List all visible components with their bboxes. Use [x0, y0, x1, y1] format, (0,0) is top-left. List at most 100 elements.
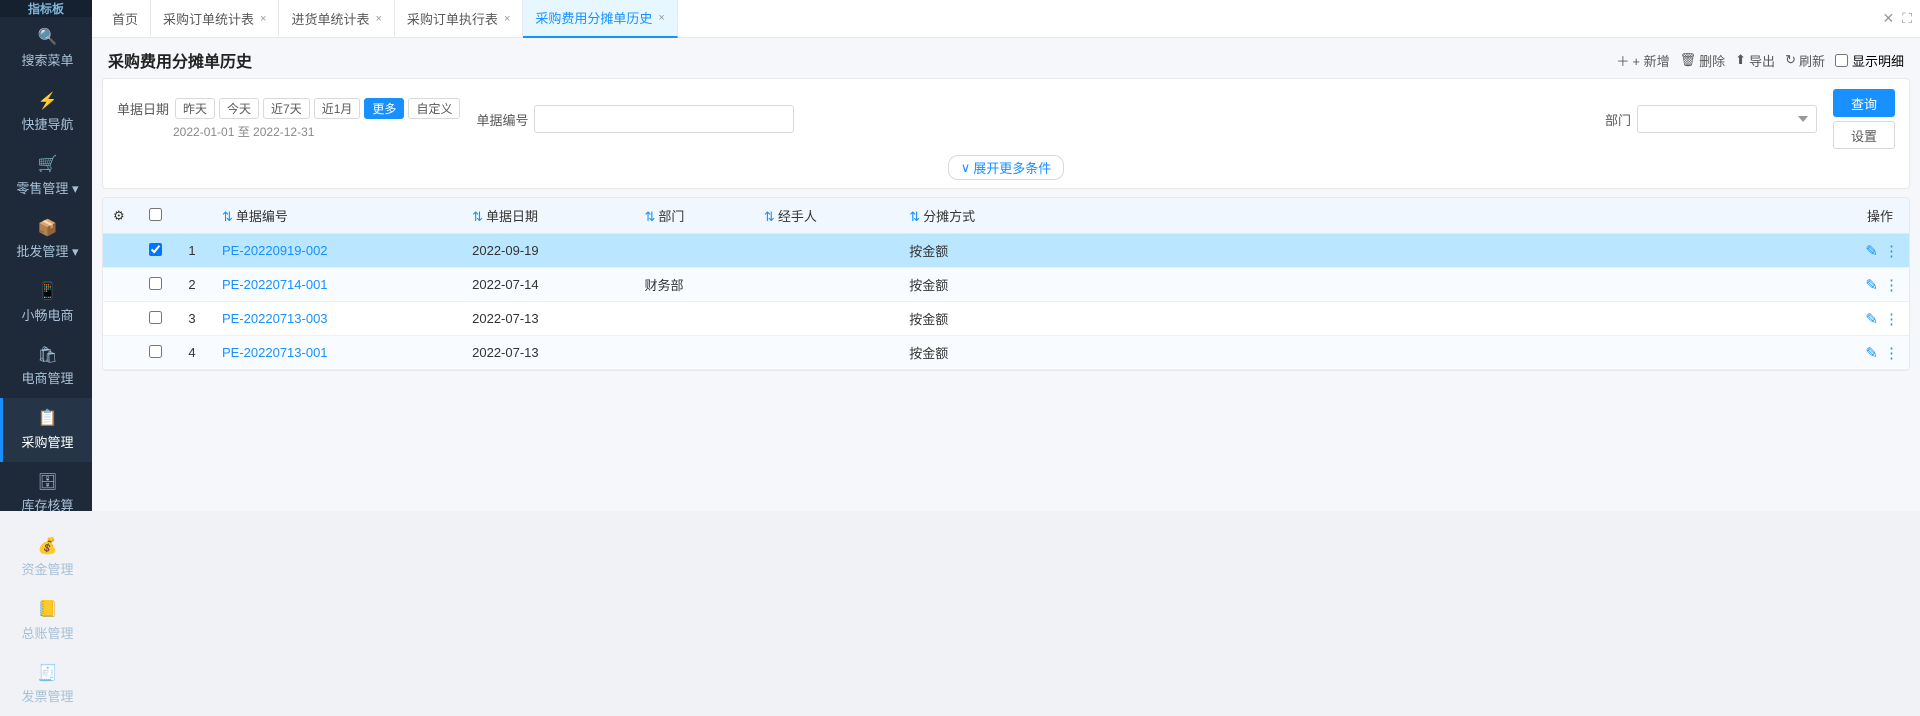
- page-actions: ＋ + 新增 🗑 删除 ⬆ 导出 ↻ 刷新 显示明细: [1616, 51, 1904, 70]
- export-button[interactable]: ⬆ 导出: [1735, 51, 1775, 70]
- search-icon: 🔍: [38, 27, 58, 49]
- add-button[interactable]: ＋ + 新增: [1616, 51, 1669, 70]
- sidebar-item-inventory[interactable]: 🗄库存核算: [0, 462, 92, 526]
- table-header-split-method: ⇅分摊方式: [899, 198, 1802, 234]
- row-check-3[interactable]: [149, 345, 162, 358]
- sidebar-label-search: 搜索菜单: [21, 52, 73, 70]
- sidebar-item-purchase[interactable]: 📋采购管理: [0, 398, 92, 462]
- row-edit-icon-0[interactable]: ✎: [1865, 242, 1878, 260]
- row-split-method-2: 按金额: [899, 302, 1802, 336]
- row-edit-icon-2[interactable]: ✎: [1865, 310, 1878, 328]
- sidebar-item-invoice[interactable]: 🧾发票管理: [0, 653, 92, 716]
- row-bill-date-3: 2022-07-13: [462, 336, 634, 370]
- table-header-bill-no: ⇅单据编号: [212, 198, 462, 234]
- row-bill-date-1: 2022-07-14: [462, 268, 634, 302]
- add-icon: ＋: [1616, 51, 1629, 70]
- page-title: 采购费用分摊单历史: [108, 48, 252, 72]
- refresh-button[interactable]: ↻ 刷新: [1785, 51, 1825, 70]
- row-check-2[interactable]: [149, 311, 162, 324]
- sidebar-item-wholesale[interactable]: 📦批发管理 ▾: [0, 208, 92, 272]
- row-edit-icon-3[interactable]: ✎: [1865, 344, 1878, 362]
- query-button[interactable]: 查询: [1833, 89, 1895, 117]
- row-checkbox-3[interactable]: [139, 336, 172, 370]
- row-num-2: 3: [172, 302, 212, 336]
- dept-label: 部门: [1605, 110, 1631, 129]
- sidebar-item-quick-nav[interactable]: ⚡快捷导航: [0, 81, 92, 145]
- row-bill-date-2: 2022-07-13: [462, 302, 634, 336]
- dept-select[interactable]: [1637, 105, 1817, 133]
- date-btn-近7天[interactable]: 近7天: [263, 98, 310, 119]
- tab-home[interactable]: 首页: [100, 0, 151, 38]
- bill-no-input[interactable]: [534, 105, 794, 133]
- show-columns-toggle[interactable]: 显示明细: [1835, 51, 1904, 70]
- bill-no-link-2[interactable]: PE-20220713-003: [222, 311, 328, 326]
- row-num-0: 1: [172, 234, 212, 268]
- date-btn-更多[interactable]: 更多: [364, 98, 404, 119]
- select-all-checkbox[interactable]: [149, 208, 162, 221]
- tab-close-purchase-cost-split[interactable]: ×: [658, 12, 664, 24]
- table-header-bill-date: ⇅单据日期: [462, 198, 634, 234]
- row-dept-3: [635, 336, 754, 370]
- sidebar-item-ledger[interactable]: 📒总账管理: [0, 589, 92, 653]
- table-header: ⚙ ⇅单据编号 ⇅单据日期 ⇅部门 ⇅经手人: [103, 198, 1909, 234]
- show-columns-checkbox[interactable]: [1835, 54, 1848, 67]
- tab-purchase-cost-split[interactable]: 采购费用分摊单历史×: [523, 0, 677, 38]
- table-header-checkbox[interactable]: [139, 198, 172, 234]
- date-btn-今天[interactable]: 今天: [219, 98, 259, 119]
- row-more-icon-1[interactable]: ⋮: [1884, 276, 1899, 294]
- date-btn-近1月[interactable]: 近1月: [314, 98, 361, 119]
- fullscreen-icon[interactable]: ⛶: [1902, 10, 1912, 27]
- sidebar-label-ecom: 电商管理: [21, 370, 73, 388]
- date-btn-昨天[interactable]: 昨天: [175, 98, 215, 119]
- finance-icon: 💰: [38, 536, 58, 558]
- table-row: 3 PE-20220713-003 2022-07-13 按金额 ✎ ⋮: [103, 302, 1909, 336]
- row-more-icon-3[interactable]: ⋮: [1884, 344, 1899, 362]
- filter-settings-button[interactable]: 设置: [1833, 121, 1895, 149]
- row-bill-no-3: PE-20220713-001: [212, 336, 462, 370]
- row-checkbox-1[interactable]: [139, 268, 172, 302]
- row-check-1[interactable]: [149, 277, 162, 290]
- close-icon[interactable]: ✕: [1882, 10, 1894, 27]
- tab-label-purchase-order-exec: 采购订单执行表: [407, 9, 498, 28]
- tab-close-purchase-order-exec[interactable]: ×: [504, 13, 510, 25]
- filter-bar: 单据日期 昨天今天近7天近1月更多自定义 2022-01-01 至 2022-1…: [102, 78, 1910, 189]
- table-row: 2 PE-20220714-001 2022-07-14 财务部 按金额 ✎ ⋮: [103, 268, 1909, 302]
- page-header: 采购费用分摊单历史 ＋ + 新增 🗑 删除 ⬆ 导出 ↻ 刷新: [92, 38, 1920, 78]
- sidebar-label-mobile: 小畅电商: [21, 307, 73, 325]
- refresh-label: 刷新: [1799, 51, 1825, 70]
- sort-icon: ⇅: [222, 209, 233, 224]
- sidebar-item-finance[interactable]: 💰资金管理: [0, 526, 92, 590]
- table-header-settings[interactable]: ⚙: [103, 198, 139, 234]
- show-columns-label: 显示明细: [1852, 51, 1904, 70]
- row-more-icon-0[interactable]: ⋮: [1884, 242, 1899, 260]
- row-more-icon-2[interactable]: ⋮: [1884, 310, 1899, 328]
- tab-close-purchase-order-stat[interactable]: ×: [260, 13, 266, 25]
- tab-close-purchase-goods-stat[interactable]: ×: [375, 13, 381, 25]
- table-header-actions: 操作: [1802, 198, 1909, 234]
- bill-no-link-3[interactable]: PE-20220713-001: [222, 345, 328, 360]
- sidebar: 指标板 🔍搜索菜单⚡快捷导航🛒零售管理 ▾📦批发管理 ▾📱小畅电商🛍电商管理📋采…: [0, 0, 92, 511]
- sidebar-item-search[interactable]: 🔍 搜索菜单: [0, 17, 92, 81]
- sidebar-item-ecom[interactable]: 🛍电商管理: [0, 335, 92, 399]
- row-check-0[interactable]: [149, 243, 162, 256]
- sort-icon-split: ⇅: [909, 209, 920, 224]
- tab-purchase-goods-stat[interactable]: 进货单统计表×: [279, 0, 394, 38]
- sidebar-item-retail[interactable]: 🛒零售管理 ▾: [0, 144, 92, 208]
- quick-nav-icon: ⚡: [38, 91, 58, 113]
- row-checkbox-0[interactable]: [139, 234, 172, 268]
- tab-purchase-order-exec[interactable]: 采购订单执行表 ×: [395, 0, 523, 38]
- delete-button[interactable]: 🗑 删除: [1680, 51, 1726, 70]
- date-btn-自定义[interactable]: 自定义: [408, 98, 460, 119]
- sidebar-item-mobile[interactable]: 📱小畅电商: [0, 271, 92, 335]
- row-checkbox-2[interactable]: [139, 302, 172, 336]
- row-dept-0: [635, 234, 754, 268]
- tabbar-actions: ✕ ⛶: [1882, 10, 1912, 27]
- bill-no-link-1[interactable]: PE-20220714-001: [222, 277, 328, 292]
- row-edit-icon-1[interactable]: ✎: [1865, 276, 1878, 294]
- purchase-icon: 📋: [38, 408, 58, 430]
- row-bill-no-0: PE-20220919-002: [212, 234, 462, 268]
- add-label: + 新增: [1632, 51, 1669, 70]
- expand-more-button[interactable]: ∨ 展开更多条件: [948, 155, 1065, 180]
- tab-purchase-order-stat[interactable]: 采购订单统计表×: [151, 0, 279, 38]
- bill-no-link-0[interactable]: PE-20220919-002: [222, 243, 328, 258]
